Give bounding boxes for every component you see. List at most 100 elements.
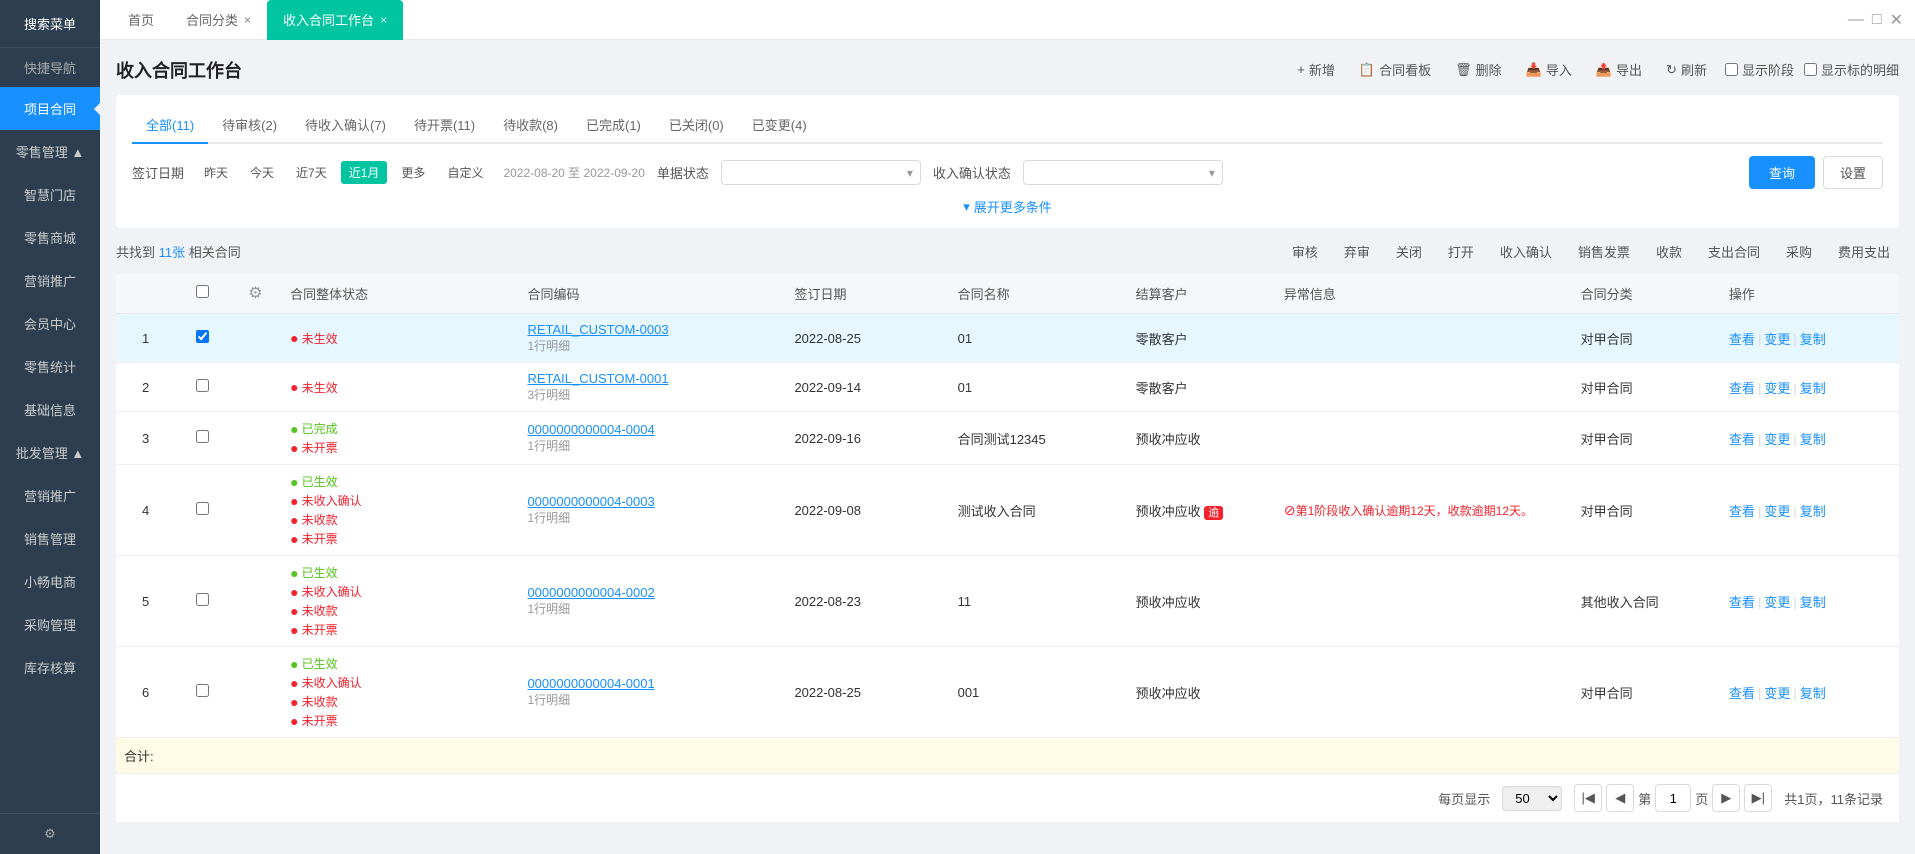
sidebar-item-marketing[interactable]: 营销推广	[0, 259, 100, 302]
tab-income-contract[interactable]: 收入合同工作台×	[267, 0, 403, 40]
action-btn-purchase[interactable]: 采购	[1777, 238, 1821, 265]
sidebar-item-project[interactable]: 项目合同	[0, 87, 100, 130]
next-page-btn[interactable]: ▶	[1712, 784, 1740, 812]
op-复制-5[interactable]: 复制	[1800, 595, 1826, 610]
expand-more-btn[interactable]: ▾ 展开更多条件	[963, 197, 1052, 216]
filter-tab-pending-invoice[interactable]: 待开票(11)	[400, 107, 489, 144]
header-btn-dashboard[interactable]: 📋合同看板	[1351, 56, 1439, 83]
maximize-icon[interactable]: □	[1872, 11, 1882, 29]
contract-link-4[interactable]: 0000000000004-0003	[527, 494, 654, 509]
show-stage-checkbox[interactable]: 显示阶段	[1725, 60, 1794, 79]
header-btn-import[interactable]: 📥导入	[1518, 56, 1580, 83]
action-btn-income-confirm[interactable]: 收入确认	[1491, 238, 1561, 265]
doc-status-select[interactable]	[721, 160, 921, 185]
query-button[interactable]: 查询	[1749, 156, 1815, 189]
date-btn-today[interactable]: 今天	[242, 161, 282, 184]
op-变更-3[interactable]: 变更	[1764, 432, 1790, 447]
sidebar-item-retail-stats[interactable]: 零售统计	[0, 345, 100, 388]
filter-tab-closed[interactable]: 已关闭(0)	[655, 107, 738, 144]
op-复制-4[interactable]: 复制	[1800, 504, 1826, 519]
show-detail-input[interactable]	[1804, 63, 1817, 76]
sidebar-item-basic-info[interactable]: 基础信息	[0, 388, 100, 431]
page-number-input[interactable]	[1655, 784, 1691, 812]
op-变更-5[interactable]: 变更	[1764, 595, 1790, 610]
op-查看-1[interactable]: 查看	[1729, 332, 1755, 347]
contract-link-6[interactable]: 0000000000004-0001	[527, 676, 654, 691]
sidebar-item-sales-mgmt[interactable]: 销售管理	[0, 517, 100, 560]
first-page-btn[interactable]: |◀	[1574, 784, 1602, 812]
income-confirm-select[interactable]	[1023, 160, 1223, 185]
action-btn-receipt[interactable]: 收款	[1647, 238, 1691, 265]
op-变更-6[interactable]: 变更	[1764, 686, 1790, 701]
action-btn-review[interactable]: 审核	[1283, 238, 1327, 265]
minimize-icon[interactable]: —	[1848, 11, 1864, 29]
sidebar-item-retail-mgmt[interactable]: 零售管理 ▲	[0, 130, 100, 173]
date-btn-last1month[interactable]: 近1月	[341, 161, 388, 184]
row-check-2[interactable]	[175, 363, 228, 412]
show-detail-checkbox[interactable]: 显示标的明细	[1804, 60, 1899, 79]
tab-close-contract-category[interactable]: ×	[244, 13, 251, 27]
set-button[interactable]: 设置	[1823, 156, 1883, 189]
sidebar-item-sales-marketing[interactable]: 营销推广	[0, 474, 100, 517]
sidebar-nav[interactable]: 快捷导航	[0, 48, 100, 87]
row-check-3[interactable]	[175, 412, 228, 465]
filter-tab-pending-review[interactable]: 待审核(2)	[208, 107, 291, 144]
row-check-4[interactable]	[175, 465, 228, 556]
op-变更-1[interactable]: 变更	[1764, 332, 1790, 347]
header-btn-refresh[interactable]: ↻刷新	[1658, 56, 1715, 83]
sidebar-item-wholesale-mgmt[interactable]: 批发管理 ▲	[0, 431, 100, 474]
row-checkbox-6[interactable]	[196, 684, 209, 697]
tab-home[interactable]: 首页	[112, 0, 170, 40]
date-btn-yesterday[interactable]: 昨天	[196, 161, 236, 184]
select-all-checkbox[interactable]	[196, 285, 209, 298]
row-check-5[interactable]	[175, 556, 228, 647]
row-check-1[interactable]	[175, 314, 228, 363]
op-复制-6[interactable]: 复制	[1800, 686, 1826, 701]
op-复制-3[interactable]: 复制	[1800, 432, 1826, 447]
date-btn-more[interactable]: 更多	[393, 161, 433, 184]
sidebar-item-ecommerce[interactable]: 小畅电商	[0, 560, 100, 603]
row-checkbox-4[interactable]	[196, 502, 209, 515]
header-btn-add[interactable]: +新增	[1289, 56, 1343, 83]
contract-link-1[interactable]: RETAIL_CUSTOM-0003	[527, 322, 668, 337]
op-查看-2[interactable]: 查看	[1729, 381, 1755, 396]
row-checkbox-2[interactable]	[196, 379, 209, 392]
op-变更-2[interactable]: 变更	[1764, 381, 1790, 396]
op-复制-2[interactable]: 复制	[1800, 381, 1826, 396]
action-btn-expense-out[interactable]: 费用支出	[1829, 238, 1899, 265]
action-btn-abandon[interactable]: 弃审	[1335, 238, 1379, 265]
row-checkbox-1[interactable]	[196, 330, 209, 343]
tab-close-income-contract[interactable]: ×	[380, 13, 387, 27]
prev-page-btn[interactable]: ◀	[1606, 784, 1634, 812]
op-复制-1[interactable]: 复制	[1800, 332, 1826, 347]
contract-link-2[interactable]: RETAIL_CUSTOM-0001	[527, 371, 668, 386]
header-btn-delete[interactable]: 🗑删除	[1447, 56, 1510, 83]
op-查看-5[interactable]: 查看	[1729, 595, 1755, 610]
contract-link-3[interactable]: 0000000000004-0004	[527, 422, 654, 437]
date-btn-custom[interactable]: 自定义	[439, 161, 491, 184]
action-btn-open[interactable]: 打开	[1439, 238, 1483, 265]
op-变更-4[interactable]: 变更	[1764, 504, 1790, 519]
row-check-6[interactable]	[175, 647, 228, 738]
last-page-btn[interactable]: ▶|	[1744, 784, 1772, 812]
action-btn-sales-invoice[interactable]: 销售发票	[1569, 238, 1639, 265]
sidebar-item-member[interactable]: 会员中心	[0, 302, 100, 345]
close-window-icon[interactable]: ✕	[1890, 10, 1903, 30]
row-checkbox-3[interactable]	[196, 430, 209, 443]
op-查看-6[interactable]: 查看	[1729, 686, 1755, 701]
filter-tab-all[interactable]: 全部(11)	[132, 107, 208, 144]
date-btn-last7[interactable]: 近7天	[288, 161, 335, 184]
sidebar-search[interactable]: 搜索菜单	[0, 0, 100, 48]
header-btn-export[interactable]: 📤导出	[1588, 56, 1650, 83]
page-size-select[interactable]: 50 20 100	[1502, 786, 1562, 811]
action-btn-expense-contract[interactable]: 支出合同	[1699, 238, 1769, 265]
op-查看-4[interactable]: 查看	[1729, 504, 1755, 519]
action-btn-close[interactable]: 关闭	[1387, 238, 1431, 265]
sidebar-item-inventory[interactable]: 库存核算	[0, 646, 100, 689]
sidebar-item-purchase[interactable]: 采购管理	[0, 603, 100, 646]
op-查看-3[interactable]: 查看	[1729, 432, 1755, 447]
filter-tab-changed[interactable]: 已变更(4)	[738, 107, 821, 144]
sidebar-settings[interactable]: ⚙	[0, 813, 100, 854]
filter-tab-pending-receipt[interactable]: 待收款(8)	[489, 107, 572, 144]
filter-tab-completed[interactable]: 已完成(1)	[572, 107, 655, 144]
